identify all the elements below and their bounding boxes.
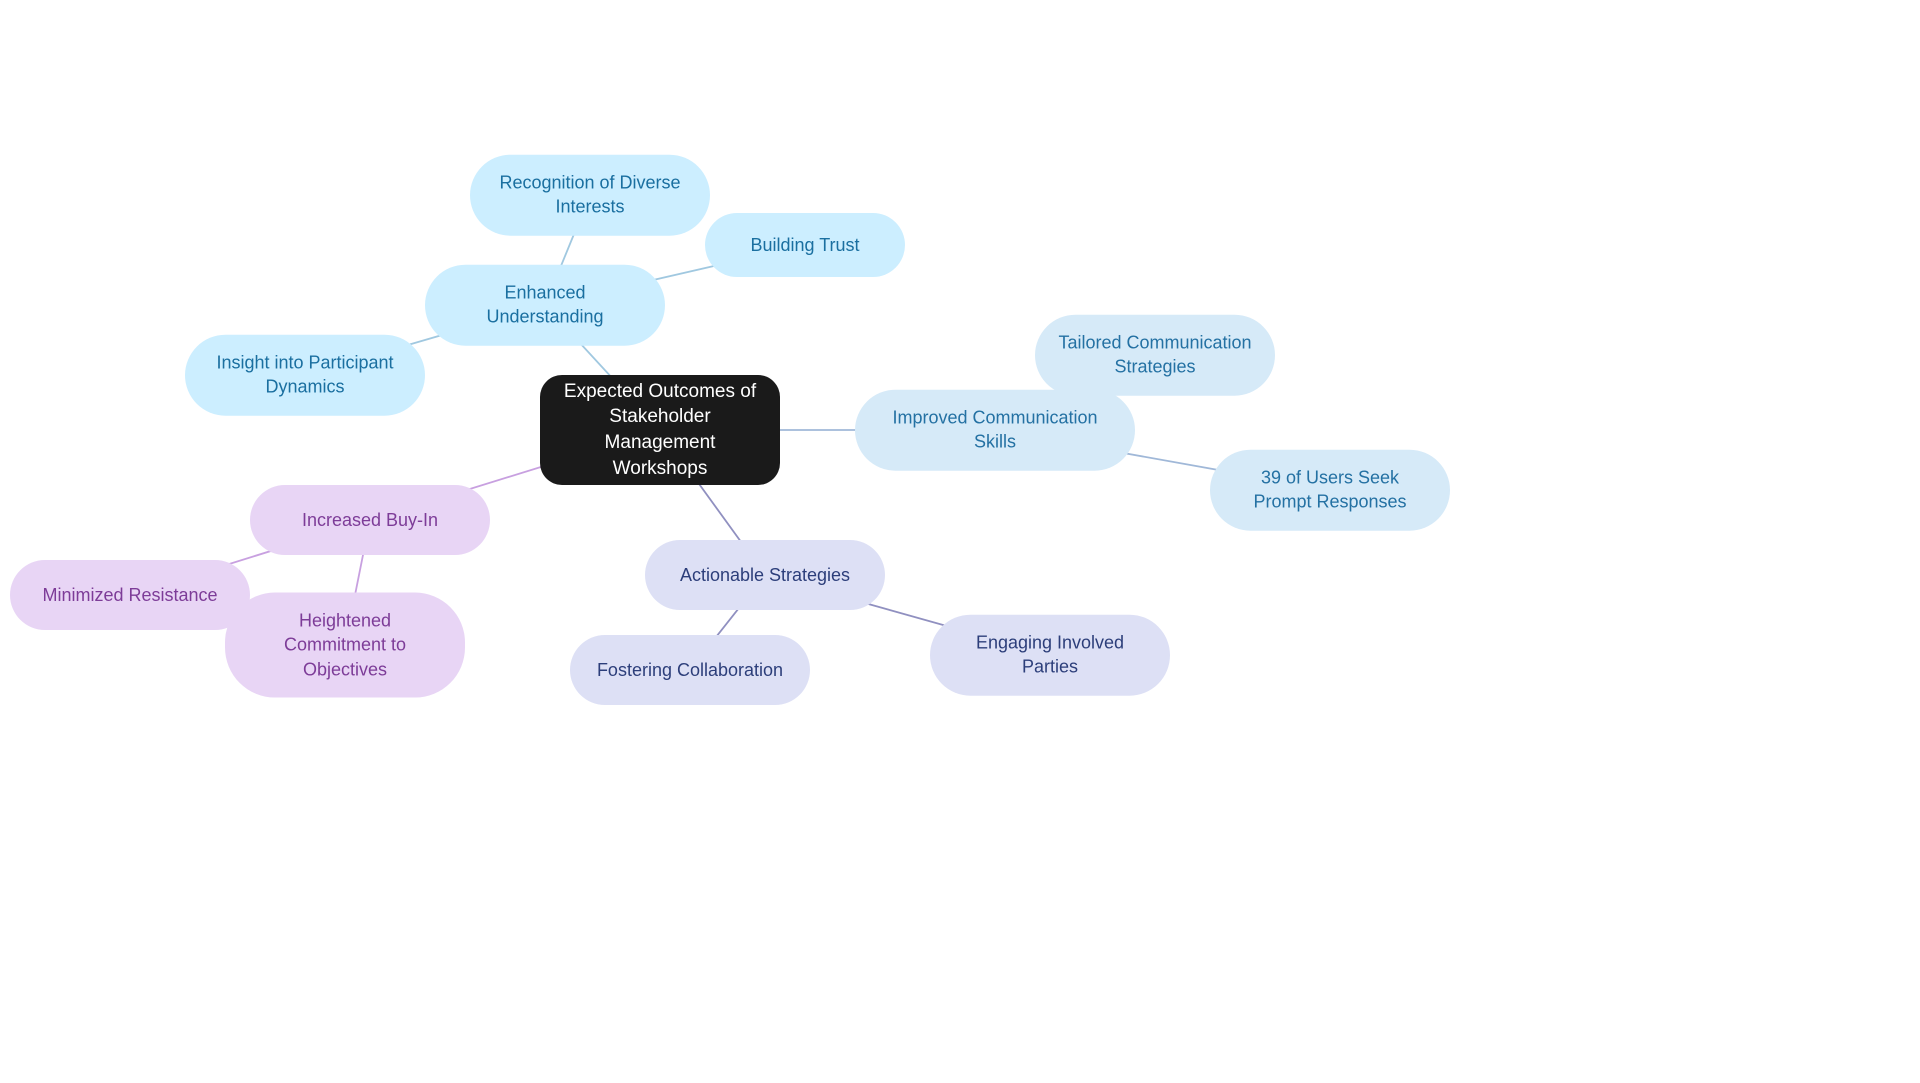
node-minimized[interactable]: Minimized Resistance [10,560,250,630]
node-prompt[interactable]: 39 of Users Seek Prompt Responses [1210,450,1450,531]
node-fostering[interactable]: Fostering Collaboration [570,635,810,705]
node-improved[interactable]: Improved Communication Skills [855,390,1135,471]
node-actionable[interactable]: Actionable Strategies [645,540,885,610]
node-engaging[interactable]: Engaging Involved Parties [930,615,1170,696]
node-enhanced[interactable]: Enhanced Understanding [425,265,665,346]
node-increased[interactable]: Increased Buy-In [250,485,490,555]
node-heightened[interactable]: Heightened Commitment to Objectives [225,593,465,698]
mind-map-canvas: Expected Outcomes of Stakeholder Managem… [0,0,1920,1083]
node-recognition[interactable]: Recognition of Diverse Interests [470,155,710,236]
node-tailored[interactable]: Tailored Communication Strategies [1035,315,1275,396]
node-insight[interactable]: Insight into Participant Dynamics [185,335,425,416]
node-building_trust[interactable]: Building Trust [705,213,905,277]
center-node[interactable]: Expected Outcomes of Stakeholder Managem… [540,375,780,485]
